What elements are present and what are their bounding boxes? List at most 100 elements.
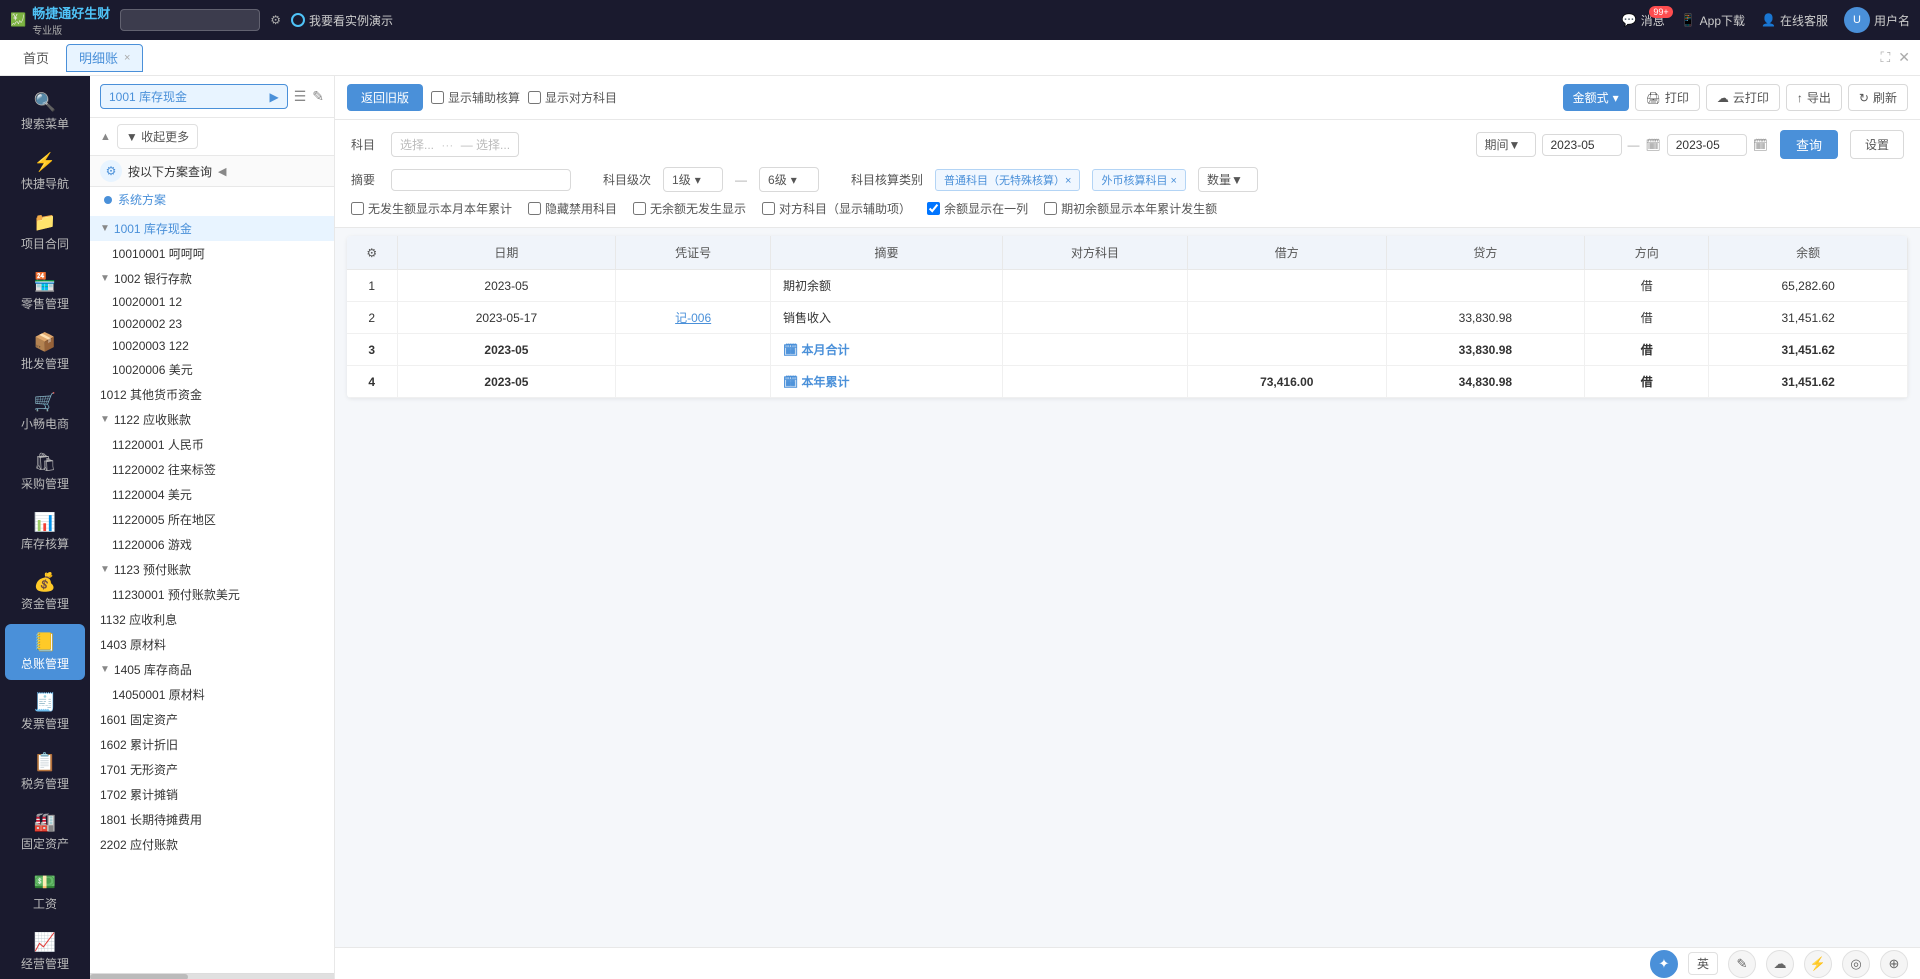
tag-foreign-currency[interactable]: 外币核算科目 ×: [1092, 169, 1185, 191]
tree-item-10020001[interactable]: 10020001 12: [90, 291, 334, 313]
circle-bottom-btn[interactable]: ◎: [1842, 950, 1870, 978]
tree-item-1601[interactable]: 1601 固定资产: [90, 707, 334, 732]
sidebar-item-retail[interactable]: 🏪 零售管理: [5, 264, 85, 320]
col-voucher[interactable]: 凭证号: [616, 236, 771, 270]
tree-item-11220002[interactable]: 11220002 往来标签: [90, 457, 334, 482]
user-avatar-btn[interactable]: U 用户名: [1844, 7, 1910, 33]
sidebar-item-salary[interactable]: 💵 工资: [5, 864, 85, 920]
tab-detail[interactable]: 明细账 ×: [66, 44, 143, 72]
tree-item-11220005[interactable]: 11220005 所在地区: [90, 507, 334, 532]
checkbox-year-begin[interactable]: [1044, 202, 1057, 215]
tree-item-1405[interactable]: ▼ 1405 库存商品: [90, 657, 334, 682]
sidebar-item-tax[interactable]: 📋 税务管理: [5, 744, 85, 800]
lightning-bottom-btn[interactable]: ⚡: [1804, 950, 1832, 978]
checkbox-show-contra[interactable]: [762, 202, 775, 215]
plus-bottom-btn[interactable]: ⊕: [1880, 950, 1908, 978]
tree-item-10020003[interactable]: 10020003 122: [90, 335, 334, 357]
expand-more-btn[interactable]: ▼ 收起更多: [117, 124, 198, 149]
col-credit[interactable]: 贷方: [1386, 236, 1585, 270]
subject-tag[interactable]: 1001 库存现金 ▶: [100, 84, 288, 109]
sidebar-item-inventory[interactable]: 📊 库存核算: [5, 504, 85, 560]
tree-item-10020006[interactable]: 10020006 美元: [90, 357, 334, 382]
sidebar-item-search[interactable]: 🔍 搜索菜单: [5, 84, 85, 140]
checkbox-no-balance[interactable]: [633, 202, 646, 215]
sidebar-item-accounting[interactable]: 📒 总账管理: [5, 624, 85, 680]
period-type-select[interactable]: 期间▼: [1476, 132, 1536, 157]
period-start-input[interactable]: [1542, 134, 1622, 156]
show-contra-check[interactable]: 显示对方科目: [528, 89, 617, 106]
tree-item-1801[interactable]: 1801 长期待摊费用: [90, 807, 334, 832]
col-balance[interactable]: 余额: [1709, 236, 1908, 270]
tree-item-11220006[interactable]: 11220006 游戏: [90, 532, 334, 557]
settings-icon[interactable]: ⚙: [270, 13, 281, 27]
check-year-begin[interactable]: 期初余额显示本年累计发生额: [1044, 200, 1217, 217]
amount-format-btn[interactable]: 金额式 ▾: [1563, 84, 1629, 111]
tree-item-1012[interactable]: 1012 其他货币资金: [90, 382, 334, 407]
tree-item-10010001[interactable]: 10010001 呵呵呵: [90, 241, 334, 266]
tree-item-1701[interactable]: 1701 无形资产: [90, 757, 334, 782]
maximize-icon[interactable]: ⛶: [1880, 49, 1890, 66]
tree-item-1702[interactable]: 1702 累计摊销: [90, 782, 334, 807]
summary-input[interactable]: [391, 169, 571, 191]
export-btn[interactable]: ↑ 导出: [1786, 84, 1842, 111]
sidebar-item-invoice[interactable]: 🧾 发票管理: [5, 684, 85, 740]
check-balance-one-col[interactable]: 余额显示在一列: [927, 200, 1028, 217]
tree-item-1001[interactable]: ▼ 1001 库存现金: [90, 216, 334, 241]
col-debit[interactable]: 借方: [1187, 236, 1386, 270]
col-contra[interactable]: 对方科目: [1002, 236, 1187, 270]
check-no-occurrence[interactable]: 无发生额显示本月本年累计: [351, 200, 512, 217]
tree-item-1123[interactable]: ▼ 1123 预付账款: [90, 557, 334, 582]
edit-bottom-btn[interactable]: ✎: [1728, 950, 1756, 978]
tree-item-1132[interactable]: 1132 应收利息: [90, 607, 334, 632]
tree-item-1602[interactable]: 1602 累计折旧: [90, 732, 334, 757]
checkbox-hide-disabled[interactable]: [528, 202, 541, 215]
sidebar-item-management[interactable]: 📈 经营管理: [5, 924, 85, 979]
tree-item-11230001[interactable]: 11230001 预付账款美元: [90, 582, 334, 607]
row2-voucher[interactable]: 记-006: [616, 302, 771, 334]
tree-item-11220001[interactable]: 11220001 人民币: [90, 432, 334, 457]
return-old-btn[interactable]: 返回旧版: [347, 84, 423, 111]
tab-home[interactable]: 首页: [10, 44, 62, 72]
cloud-bottom-btn[interactable]: ☁: [1766, 950, 1794, 978]
query-btn[interactable]: 查询: [1780, 130, 1838, 159]
top-search-input[interactable]: [120, 9, 260, 31]
sidebar-item-capital[interactable]: 💰 资金管理: [5, 564, 85, 620]
subject-input[interactable]: 选择... ··· — 选择...: [391, 132, 519, 157]
col-gear[interactable]: ⚙: [347, 236, 397, 270]
tree-item-1002[interactable]: ▼ 1002 银行存款: [90, 266, 334, 291]
check-show-contra[interactable]: 对方科目（显示辅助项）: [762, 200, 911, 217]
level-end-select[interactable]: 6级 ▾: [759, 167, 819, 192]
tree-item-1122[interactable]: ▼ 1122 应收账款: [90, 407, 334, 432]
tree-item-14050001[interactable]: 14050001 原材料: [90, 682, 334, 707]
list-icon[interactable]: ☰: [294, 88, 307, 105]
col-direction[interactable]: 方向: [1585, 236, 1709, 270]
checkbox-no-occurrence[interactable]: [351, 202, 364, 215]
edit-icon[interactable]: ✎: [312, 88, 324, 105]
period-end-input[interactable]: [1667, 134, 1747, 156]
sidebar-item-wholesale[interactable]: 📦 批发管理: [5, 324, 85, 380]
tree-item-1403[interactable]: 1403 原材料: [90, 632, 334, 657]
check-hide-disabled[interactable]: 隐藏禁用科目: [528, 200, 617, 217]
tag-normal-subject[interactable]: 普通科目（无特殊核算）×: [935, 169, 1080, 191]
sidebar-item-project[interactable]: 📁 项目合同: [5, 204, 85, 260]
sidebar-item-ecommerce[interactable]: 🛒 小畅电商: [5, 384, 85, 440]
assistant-btn[interactable]: ✦: [1650, 950, 1678, 978]
sidebar-item-shortcut[interactable]: ⚡ 快捷导航: [5, 144, 85, 200]
system-scheme-item[interactable]: 系统方案: [90, 187, 334, 212]
col-summary[interactable]: 摘要: [770, 236, 1002, 270]
level-start-select[interactable]: 1级 ▾: [663, 167, 723, 192]
sidebar-item-fixed-assets[interactable]: 🏭 固定资产: [5, 804, 85, 860]
print-btn[interactable]: 🖨 打印: [1635, 84, 1700, 111]
tree-item-11220004[interactable]: 11220004 美元: [90, 482, 334, 507]
show-aux-calc-checkbox[interactable]: [431, 91, 444, 104]
app-download-btn[interactable]: 📱 App下载: [1681, 12, 1745, 29]
messages-btn[interactable]: 💬 消息 99+: [1622, 12, 1665, 29]
online-service-btn[interactable]: 👤 在线客服: [1761, 12, 1828, 29]
scheme-settings-icon[interactable]: ⚙: [100, 160, 122, 182]
tree-item-10020002[interactable]: 10020002 23: [90, 313, 334, 335]
close-icon[interactable]: ✕: [1898, 49, 1910, 66]
checkbox-balance-one-col[interactable]: [927, 202, 940, 215]
tree-item-2202[interactable]: 2202 应付账款: [90, 832, 334, 857]
show-contra-checkbox[interactable]: [528, 91, 541, 104]
language-btn[interactable]: 英: [1688, 952, 1718, 975]
